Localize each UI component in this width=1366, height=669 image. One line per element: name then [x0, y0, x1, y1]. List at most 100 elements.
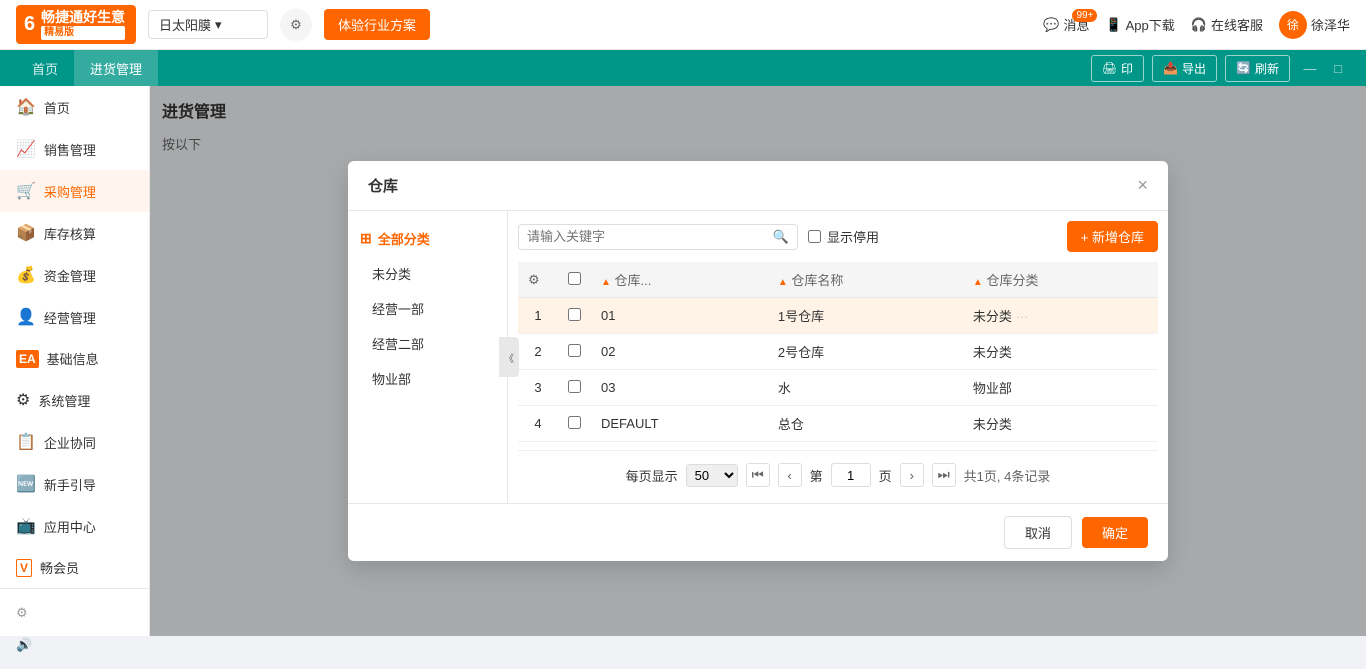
row-checkbox-cell[interactable]	[558, 334, 591, 370]
sidebar-item-guide[interactable]: 🆕 新手引导	[0, 463, 149, 505]
messages-btn[interactable]: 💬 消息 99+	[1043, 15, 1089, 34]
logo-title: 畅捷通好生意	[41, 9, 125, 26]
volume-icon: 🔊	[16, 637, 32, 653]
col-settings-header[interactable]: ⚙	[518, 262, 558, 298]
total-info: 共1页, 4条记录	[964, 466, 1051, 485]
sidebar-item-home[interactable]: 🏠 首页	[0, 86, 149, 128]
per-page-select[interactable]: 50 100 200	[686, 464, 738, 487]
sidebar-settings-btn[interactable]: ⚙	[0, 597, 149, 629]
first-page-btn[interactable]: ⏮	[746, 463, 770, 487]
row-checkbox[interactable]	[568, 344, 581, 357]
table-row[interactable]: 1 01 1号仓库 未分类 ···	[518, 298, 1158, 334]
table-toolbar: 🔍 显示停用 + 新增仓库	[518, 221, 1158, 252]
row-name: 水	[768, 370, 963, 406]
app-download-btn[interactable]: 📱 App下载	[1105, 15, 1174, 34]
user-profile[interactable]: 徐 徐泽华	[1279, 11, 1350, 39]
all-categories-label: 全部分类	[378, 229, 430, 248]
cat-item-ops1[interactable]: 经营一部	[348, 291, 507, 326]
select-all-checkbox[interactable]	[568, 272, 581, 285]
table-row[interactable]: 4 DEFAULT 总仓 未分类	[518, 406, 1158, 442]
show-disabled-label[interactable]: 显示停用	[808, 227, 879, 246]
warehouse-modal: 仓库 × ⊞ 全部分类 未分类 经营一部 经营二部 物业部	[348, 161, 1168, 561]
logo: 6 畅捷通好生意 精易版	[16, 5, 136, 44]
sidebar-item-purchase-label: 采购管理	[44, 182, 96, 201]
minimize-btn[interactable]: —	[1298, 56, 1322, 80]
row-checkbox-cell[interactable]	[558, 406, 591, 442]
member-icon: V	[16, 559, 32, 577]
store-selector[interactable]: 日太阳膜 ▾	[148, 10, 268, 39]
refresh-btn[interactable]: 🔄 刷新	[1225, 55, 1290, 82]
maximize-btn[interactable]: □	[1326, 56, 1350, 80]
show-disabled-text: 显示停用	[827, 227, 879, 246]
category-collapse-btn[interactable]: 《	[499, 337, 519, 377]
home-icon: 🏠	[16, 97, 36, 117]
table-row[interactable]: 2 02 2号仓库 未分类	[518, 334, 1158, 370]
print-label: 印	[1121, 60, 1133, 77]
row-category: 未分类 ···	[963, 298, 1158, 334]
logo-icon: 6	[24, 13, 35, 36]
search-input[interactable]	[527, 229, 767, 244]
all-categories-item[interactable]: ⊞ 全部分类	[348, 221, 507, 256]
sidebar-item-sales[interactable]: 📈 销售管理	[0, 128, 149, 170]
page-suffix: 页	[879, 466, 892, 485]
page-input[interactable]	[831, 463, 871, 487]
col-name-header[interactable]: ▲ 仓库名称	[768, 262, 963, 298]
more-btn[interactable]: ···	[1016, 309, 1029, 324]
sidebar-item-inventory[interactable]: 📦 库存核算	[0, 212, 149, 254]
col-category-header[interactable]: ▲ 仓库分类	[963, 262, 1158, 298]
user-name: 徐泽华	[1311, 15, 1350, 34]
sort-icon-code: ▲	[601, 277, 611, 288]
sidebar-item-purchase[interactable]: 🛒 采购管理	[0, 170, 149, 212]
cat-item-uncategorized[interactable]: 未分类	[348, 256, 507, 291]
confirm-button[interactable]: 确定	[1082, 517, 1148, 548]
table-row[interactable]: 3 03 水 物业部	[518, 370, 1158, 406]
trial-button[interactable]: 体验行业方案	[324, 9, 430, 40]
sidebar-item-apps[interactable]: 📺 应用中心	[0, 505, 149, 547]
row-checkbox[interactable]	[568, 380, 581, 393]
sidebar-item-system[interactable]: ⚙ 系统管理	[0, 379, 149, 421]
row-category: 未分类	[963, 334, 1158, 370]
apps-icon: 📺	[16, 516, 36, 536]
row-checkbox-cell[interactable]	[558, 298, 591, 334]
sidebar-item-operations-label: 经营管理	[44, 308, 96, 327]
sidebar-item-enterprise[interactable]: 📋 企业协同	[0, 421, 149, 463]
sales-icon: 📈	[16, 139, 36, 159]
show-disabled-checkbox[interactable]	[808, 230, 821, 243]
finance-icon: 💰	[16, 265, 36, 285]
print-btn[interactable]: 🖨 印	[1091, 55, 1144, 82]
sidebar-volume-btn[interactable]: 🔊	[0, 629, 149, 661]
cat-item-property[interactable]: 物业部	[348, 361, 507, 396]
sidebar-item-basic-info-label: 基础信息	[47, 349, 99, 368]
row-checkbox[interactable]	[568, 308, 581, 321]
online-service-btn[interactable]: 🎧 在线客服	[1191, 15, 1263, 34]
collapse-icon: 《	[504, 350, 514, 365]
cancel-button[interactable]: 取消	[1004, 516, 1072, 549]
col-checkbox-header[interactable]	[558, 262, 591, 298]
sidebar-item-member-label: 畅会员	[40, 558, 79, 577]
row-code: DEFAULT	[591, 406, 768, 442]
last-page-btn[interactable]: ⏭	[932, 463, 956, 487]
subnav-item-purchase[interactable]: 进货管理	[74, 50, 158, 86]
purchase-icon: 🛒	[16, 181, 36, 201]
sidebar-item-basic-info[interactable]: EA 基础信息	[0, 338, 149, 379]
sidebar-item-finance[interactable]: 💰 资金管理	[0, 254, 149, 296]
subnav-item-home[interactable]: 首页	[16, 50, 74, 86]
prev-page-btn[interactable]: ‹	[778, 463, 802, 487]
next-page-btn[interactable]: ›	[900, 463, 924, 487]
search-icon: 🔍	[773, 229, 789, 245]
row-code: 02	[591, 334, 768, 370]
sidebar-item-member[interactable]: V 畅会员	[0, 547, 149, 588]
phone-icon: 📱	[1105, 17, 1121, 33]
sidebar-item-operations[interactable]: 👤 经营管理	[0, 296, 149, 338]
col-code-header[interactable]: ▲ 仓库...	[591, 262, 768, 298]
row-checkbox-cell[interactable]	[558, 370, 591, 406]
export-btn[interactable]: 📤 导出	[1152, 55, 1217, 82]
new-warehouse-btn[interactable]: + 新增仓库	[1067, 221, 1158, 252]
sidebar-item-guide-label: 新手引导	[44, 475, 96, 494]
cat-item-ops2[interactable]: 经营二部	[348, 326, 507, 361]
settings-gear-btn[interactable]: ⚙	[280, 9, 312, 41]
warehouse-table: ⚙ ▲ 仓库... ▲ 仓库名称 ▲ 仓库分类	[518, 262, 1158, 442]
modal-close-btn[interactable]: ×	[1137, 175, 1148, 196]
row-num: 4	[518, 406, 558, 442]
row-checkbox[interactable]	[568, 416, 581, 429]
